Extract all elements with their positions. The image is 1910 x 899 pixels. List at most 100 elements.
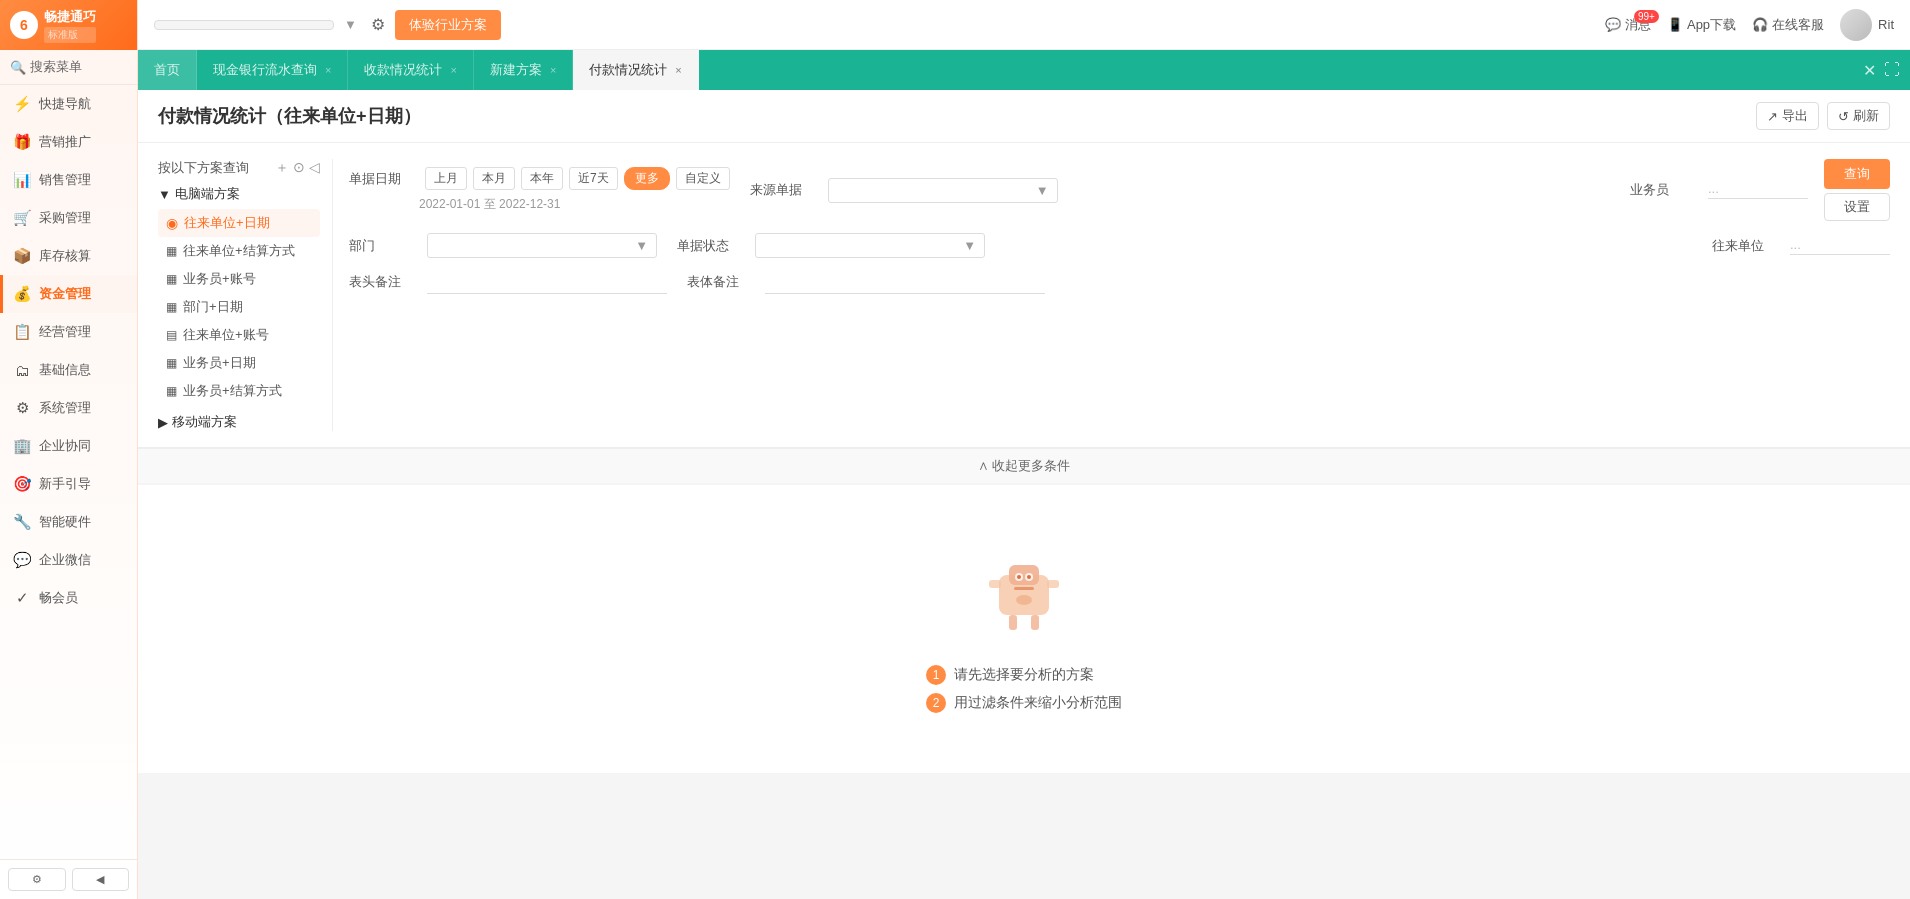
export-icon: ↗ — [1767, 109, 1778, 124]
sidebar-item-quick-nav[interactable]: ⚡ 快捷导航 — [0, 85, 137, 123]
sidebar-item-sales[interactable]: 📊 销售管理 — [0, 161, 137, 199]
sales-icon: 📊 — [13, 171, 31, 189]
header-note-label: 表头备注 — [349, 273, 419, 291]
sidebar-item-inventory[interactable]: 📦 库存核算 — [0, 237, 137, 275]
service-label: 在线客服 — [1772, 16, 1824, 34]
last-month-btn[interactable]: 上月 — [425, 167, 467, 190]
filter-area: 按以下方案查询 ＋ ⊙ ◁ ▼ 电脑端方案 ◉ 往来单位+日期 ▦ — [138, 143, 1910, 448]
fullscreen-icon[interactable]: ⛶ — [1884, 61, 1900, 79]
bank-flow-label: 现金银行流水查询 — [213, 61, 317, 79]
sidebar-item-vip[interactable]: ✓ 畅会员 — [0, 579, 137, 617]
scheme-panel-icons: ＋ ⊙ ◁ — [275, 159, 320, 177]
tab-receivable-stats[interactable]: 收款情况统计 × — [348, 50, 473, 90]
sidebar-item-purchase[interactable]: 🛒 采购管理 — [0, 199, 137, 237]
settings-btn[interactable]: 设置 — [1824, 193, 1890, 221]
scheme-item-staff-date[interactable]: ▦ 业务员+日期 — [158, 349, 320, 377]
this-month-btn[interactable]: 本月 — [473, 167, 515, 190]
sidebar-item-wechat[interactable]: 💬 企业微信 — [0, 541, 137, 579]
hint-2-text: 用过滤条件来缩小分析范围 — [954, 694, 1122, 712]
payment-stats-label: 付款情况统计 — [589, 61, 667, 79]
sidebar-collapse-btn[interactable]: ◀ — [72, 868, 130, 891]
body-note-input[interactable] — [765, 270, 1045, 294]
purchase-icon: 🛒 — [13, 209, 31, 227]
tab-home[interactable]: 首页 — [138, 50, 197, 90]
header-note-input[interactable] — [427, 270, 667, 294]
tab-bank-flow[interactable]: 现金银行流水查询 × — [197, 50, 348, 90]
scheme-icon-4: ▦ — [166, 300, 177, 314]
app-download-label: App下载 — [1687, 16, 1736, 34]
partner-input[interactable]: ... — [1790, 237, 1890, 255]
sidebar-item-basic-info[interactable]: 🗂 基础信息 — [0, 351, 137, 389]
bank-flow-close-icon[interactable]: × — [325, 64, 331, 76]
export-btn[interactable]: ↗ 导出 — [1756, 102, 1819, 130]
collapse-conditions-btn[interactable]: ∧ 收起更多条件 — [138, 448, 1910, 483]
vip-icon: ✓ — [13, 589, 31, 607]
address-dropdown-icon[interactable]: ▼ — [344, 17, 357, 32]
last-7days-btn[interactable]: 近7天 — [569, 167, 618, 190]
doc-status-select[interactable]: ▼ — [755, 233, 985, 258]
sidebar-settings-btn[interactable]: ⚙ — [8, 868, 66, 891]
page-actions: ↗ 导出 ↺ 刷新 — [1756, 102, 1890, 130]
settings-gear-icon[interactable]: ⚙ — [371, 15, 385, 34]
date-label: 单据日期 — [349, 170, 419, 188]
scheme-panel-title: 按以下方案查询 — [158, 159, 249, 177]
scheme-item-staff-settle[interactable]: ▦ 业务员+结算方式 — [158, 377, 320, 405]
search-menu[interactable]: 🔍 搜索菜单 — [0, 50, 137, 85]
sidebar-item-operations[interactable]: 📋 经营管理 — [0, 313, 137, 351]
receivable-stats-close-icon[interactable]: × — [450, 64, 456, 76]
sidebar-item-guide[interactable]: 🎯 新手引导 — [0, 465, 137, 503]
staff-input[interactable]: ... — [1708, 181, 1808, 199]
app-download-btn[interactable]: 📱 App下载 — [1667, 16, 1736, 34]
refresh-btn[interactable]: ↺ 刷新 — [1827, 102, 1890, 130]
close-all-tabs-icon[interactable]: ✕ — [1863, 61, 1876, 80]
dept-select[interactable]: ▼ — [427, 233, 657, 258]
sidebar-item-label: 基础信息 — [39, 361, 91, 379]
custom-date-btn[interactable]: 自定义 — [676, 167, 730, 190]
operations-icon: 📋 — [13, 323, 31, 341]
new-scheme-close-icon[interactable]: × — [550, 64, 556, 76]
collapse-btn-label: ∧ 收起更多条件 — [978, 457, 1071, 475]
this-year-btn[interactable]: 本年 — [521, 167, 563, 190]
empty-hint-1: 1 请先选择要分析的方案 — [926, 665, 1122, 685]
body-note-label: 表体备注 — [687, 273, 757, 291]
user-name[interactable]: Rit — [1878, 17, 1894, 32]
hint-1-text: 请先选择要分析的方案 — [954, 666, 1094, 684]
tabs-right-actions: ✕ ⛶ — [1863, 61, 1910, 80]
scheme-label: 往来单位+日期 — [184, 214, 270, 232]
topbar: ▼ ⚙ 体验行业方案 💬 消息 99+ 📱 App下载 🎧 在线客服 Rit — [138, 0, 1910, 50]
sidebar-item-marketing[interactable]: 🎁 营销推广 — [0, 123, 137, 161]
search-icon: 🔍 — [10, 60, 26, 75]
online-service-btn[interactable]: 🎧 在线客服 — [1752, 16, 1824, 34]
more-date-btn[interactable]: 更多 — [624, 167, 670, 190]
doc-status-label: 单据状态 — [677, 237, 747, 255]
scheme-add-icon[interactable]: ＋ — [275, 159, 289, 177]
sidebar-item-hardware[interactable]: 🔧 智能硬件 — [0, 503, 137, 541]
user-avatar[interactable] — [1840, 9, 1872, 41]
payment-stats-close-icon[interactable]: × — [675, 64, 681, 76]
message-btn[interactable]: 💬 消息 99+ — [1605, 16, 1651, 34]
sidebar-item-funds[interactable]: 💰 资金管理 — [0, 275, 137, 313]
filter-row-1: 单据日期 上月 本月 本年 近7天 更多 自定义 2022-01-01 至 20… — [349, 159, 1890, 221]
scheme-active-icon: ◉ — [166, 215, 178, 231]
scheme-settings-icon[interactable]: ⊙ — [293, 159, 305, 177]
desktop-section-toggle[interactable]: ▼ 电脑端方案 — [158, 185, 320, 203]
tab-new-scheme[interactable]: 新建方案 × — [474, 50, 573, 90]
scheme-item-partner-settle[interactable]: ▦ 往来单位+结算方式 — [158, 237, 320, 265]
tab-payment-stats[interactable]: 付款情况统计 × — [573, 50, 698, 90]
sidebar-item-system[interactable]: ⚙ 系统管理 — [0, 389, 137, 427]
source-doc-select[interactable]: ▼ — [828, 178, 1058, 203]
query-btn[interactable]: 查询 — [1824, 159, 1890, 189]
address-bar[interactable] — [154, 20, 334, 30]
sidebar-item-enterprise[interactable]: 🏢 企业协同 — [0, 427, 137, 465]
user-area[interactable]: Rit — [1840, 9, 1894, 41]
scheme-item-partner-account[interactable]: ▤ 往来单位+账号 — [158, 321, 320, 349]
scheme-collapse-icon[interactable]: ◁ — [309, 159, 320, 177]
receivable-stats-label: 收款情况统计 — [364, 61, 442, 79]
mobile-section-toggle[interactable]: ▶ 移动端方案 — [158, 413, 320, 431]
scheme-label: 业务员+日期 — [183, 354, 256, 372]
scheme-item-staff-account[interactable]: ▦ 业务员+账号 — [158, 265, 320, 293]
trial-btn[interactable]: 体验行业方案 — [395, 10, 501, 40]
sidebar-item-label: 经营管理 — [39, 323, 91, 341]
scheme-item-dept-date[interactable]: ▦ 部门+日期 — [158, 293, 320, 321]
scheme-item-partner-date[interactable]: ◉ 往来单位+日期 — [158, 209, 320, 237]
